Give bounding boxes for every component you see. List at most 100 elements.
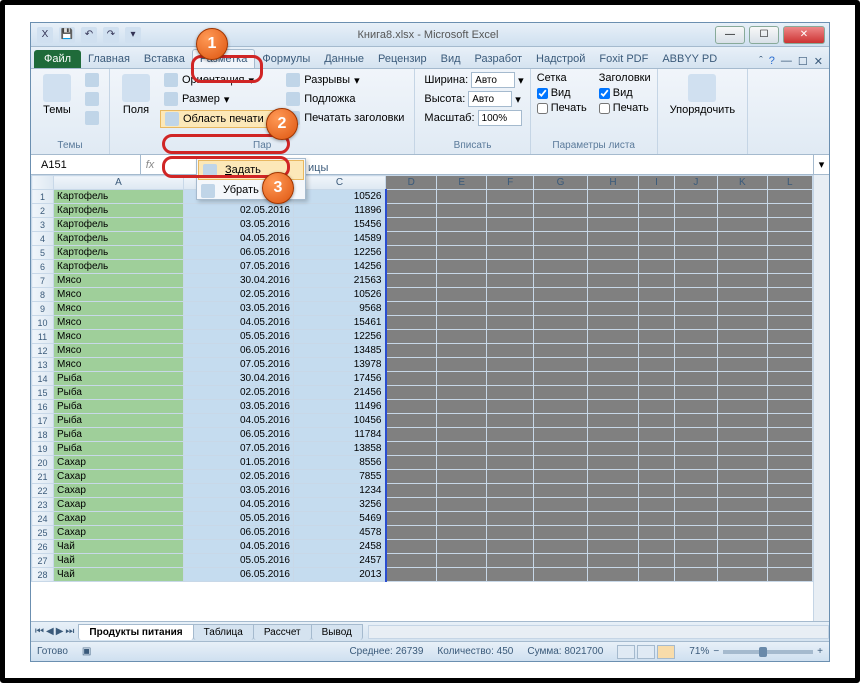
cell-empty[interactable] [437,442,486,456]
col-header-K[interactable]: K [718,176,767,190]
arrange-button[interactable]: Упорядочить [664,72,741,149]
cell[interactable]: 05.05.2016 [184,512,294,526]
row-header[interactable]: 19 [32,442,54,456]
cell-empty[interactable] [386,568,437,582]
cell-empty[interactable] [486,428,533,442]
cell[interactable]: Сахар [54,526,184,540]
cell-empty[interactable] [718,260,767,274]
cell-empty[interactable] [674,246,717,260]
cell[interactable]: 04.05.2016 [184,316,294,330]
cell-empty[interactable] [639,414,674,428]
cell-empty[interactable] [639,484,674,498]
cell-empty[interactable] [486,204,533,218]
row-header[interactable]: 22 [32,484,54,498]
cell-empty[interactable] [386,302,437,316]
row-header[interactable]: 3 [32,218,54,232]
cell-empty[interactable] [486,526,533,540]
select-all[interactable] [32,176,54,190]
cell-empty[interactable] [674,204,717,218]
cell[interactable]: Рыба [54,428,184,442]
cell-empty[interactable] [437,484,486,498]
cell-empty[interactable] [534,246,587,260]
sheet-prev-icon[interactable]: ◀ [46,626,54,637]
cell-empty[interactable] [486,568,533,582]
row-header[interactable]: 15 [32,386,54,400]
cell-empty[interactable] [587,302,638,316]
cell[interactable]: Картофель [54,218,184,232]
row-header[interactable]: 12 [32,344,54,358]
cell[interactable]: Картофель [54,232,184,246]
cell-empty[interactable] [767,442,812,456]
close-button[interactable]: ✕ [783,26,825,44]
worksheet-grid[interactable]: ABCDEFGHIJKL1Картофель30.04.2015105262Ка… [31,175,813,621]
cell[interactable]: 06.05.2016 [184,568,294,582]
cell-empty[interactable] [639,470,674,484]
cell-empty[interactable] [386,386,437,400]
cell[interactable]: 02.05.2016 [184,204,294,218]
row-header[interactable]: 16 [32,400,54,414]
cell-empty[interactable] [486,554,533,568]
cell-empty[interactable] [437,526,486,540]
cell-empty[interactable] [437,428,486,442]
cell-empty[interactable] [674,414,717,428]
cell[interactable]: 30.04.2016 [184,274,294,288]
cell-empty[interactable] [386,288,437,302]
cell-empty[interactable] [674,330,717,344]
row-header[interactable]: 28 [32,568,54,582]
col-header-I[interactable]: I [639,176,674,190]
cell[interactable]: 04.05.2016 [184,498,294,512]
cell-empty[interactable] [767,568,812,582]
cell-empty[interactable] [587,484,638,498]
cell[interactable]: 5469 [294,512,386,526]
cell-empty[interactable] [767,484,812,498]
row-header[interactable]: 14 [32,372,54,386]
cell-empty[interactable] [639,316,674,330]
cell-empty[interactable] [718,330,767,344]
cell-empty[interactable] [674,288,717,302]
cell-empty[interactable] [534,386,587,400]
col-header-H[interactable]: H [587,176,638,190]
cell-empty[interactable] [718,232,767,246]
cell-empty[interactable] [534,470,587,484]
cell-empty[interactable] [767,372,812,386]
cell-empty[interactable] [718,204,767,218]
cell-empty[interactable] [639,218,674,232]
cell[interactable]: 30.04.2016 [184,372,294,386]
col-header-A[interactable]: A [54,176,184,190]
cell-empty[interactable] [437,204,486,218]
cell-empty[interactable] [386,484,437,498]
cell[interactable]: 2013 [294,568,386,582]
cell-empty[interactable] [718,512,767,526]
cell-empty[interactable] [486,456,533,470]
cell[interactable]: Рыба [54,372,184,386]
cell-empty[interactable] [486,372,533,386]
cell[interactable]: 1234 [294,484,386,498]
cell[interactable]: 11784 [294,428,386,442]
cell[interactable]: 21563 [294,274,386,288]
cell-empty[interactable] [718,484,767,498]
cell[interactable]: 07.05.2016 [184,442,294,456]
cell-empty[interactable] [437,218,486,232]
cell-empty[interactable] [639,344,674,358]
cell-empty[interactable] [534,498,587,512]
tab-foxit[interactable]: Foxit PDF [592,50,655,68]
expand-formula-icon[interactable]: ▾ [813,155,829,174]
cell-empty[interactable] [486,386,533,400]
row-header[interactable]: 6 [32,260,54,274]
row-header[interactable]: 25 [32,526,54,540]
row-header[interactable]: 23 [32,498,54,512]
cell-empty[interactable] [534,344,587,358]
row-header[interactable]: 26 [32,540,54,554]
size-button[interactable]: Размер ▾ [160,91,278,107]
cell-empty[interactable] [486,512,533,526]
row-header[interactable]: 8 [32,288,54,302]
cell-empty[interactable] [534,372,587,386]
cell-empty[interactable] [386,260,437,274]
cell-empty[interactable] [639,330,674,344]
zoom-slider[interactable] [723,650,813,654]
cell-empty[interactable] [639,358,674,372]
cell-empty[interactable] [486,400,533,414]
cell-empty[interactable] [437,400,486,414]
cell[interactable]: 2457 [294,554,386,568]
cell[interactable]: 11896 [294,204,386,218]
